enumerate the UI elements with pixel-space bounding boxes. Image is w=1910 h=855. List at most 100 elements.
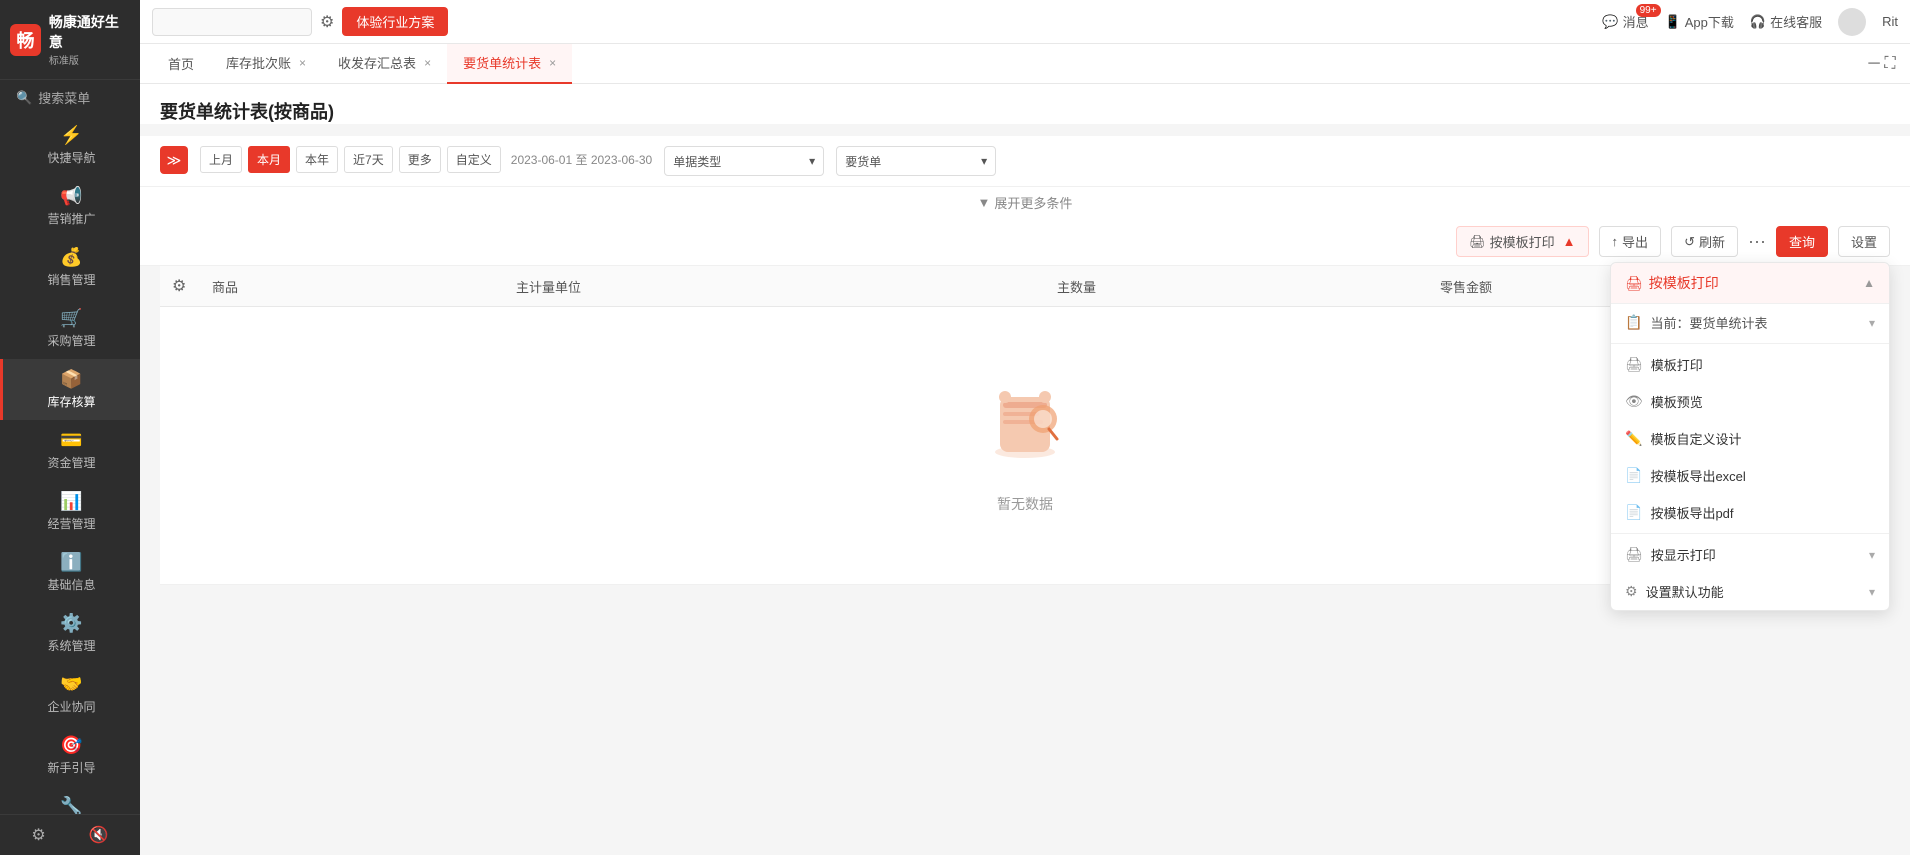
query-btn[interactable]: 查询 <box>1776 226 1828 257</box>
col-unit: 主计量单位 <box>504 266 1045 307</box>
settings-bottom-icon[interactable]: ⚙ <box>31 825 45 845</box>
sidebar-item-appstore[interactable]: 🔧 应用中心 <box>0 786 140 814</box>
table-column-settings-icon[interactable]: ⚙ <box>172 278 186 295</box>
sidebar-item-system[interactable]: ⚙️ 系统管理 <box>0 603 140 664</box>
sidebar-item-purchase[interactable]: 🛒 采购管理 <box>0 298 140 359</box>
notification-btn[interactable]: 💬 消息 99+ <box>1602 12 1648 31</box>
inventory-icon: 📦 <box>60 369 82 390</box>
print-dropdown: 🖨 按模板打印 ▲ 📋 当前：要货单统计表 ▾ 🖨 <box>1610 262 1890 611</box>
sidebar-item-label: 快捷导航 <box>47 149 95 166</box>
tabbar-right: ─ ⛶ <box>1866 56 1898 72</box>
filter-expand-btn[interactable]: ≫ <box>160 146 188 174</box>
order-category-select[interactable]: 要货单 ▾ <box>836 146 996 176</box>
sidebar-item-basic[interactable]: ℹ️ 基础信息 <box>0 542 140 603</box>
tab-close-inventory-batch[interactable]: × <box>299 56 306 70</box>
notification-badge: 99+ <box>1636 4 1661 17</box>
sidebar-item-quick-nav[interactable]: ⚡ 快捷导航 <box>0 115 140 176</box>
dropdown-item-template-preview[interactable]: 👁 模板预览 <box>1611 383 1889 420</box>
gear-icon[interactable]: ⚙ <box>320 12 334 32</box>
sidebar-item-sales[interactable]: 💰 销售管理 <box>0 237 140 298</box>
app-download-btn[interactable]: 📱 App下载 <box>1665 12 1734 31</box>
settings-btn[interactable]: 设置 <box>1838 226 1890 257</box>
date-btn-current-year[interactable]: 本年 <box>296 146 338 173</box>
date-filter-row: 上月 本月 本年 近7天 更多 自定义 2023-06-01 至 2023-06… <box>200 146 652 173</box>
dropdown-default-setting[interactable]: ⚙ 设置默认功能 ▾ <box>1611 573 1889 610</box>
dropdown-item-export-pdf[interactable]: 📄 按模板导出pdf <box>1611 494 1889 531</box>
tab-order-summary[interactable]: 要货单统计表 × <box>447 44 572 84</box>
template-print-icon: 🖨 <box>1625 356 1643 373</box>
sidebar-search[interactable]: 🔍 搜索菜单 <box>0 80 140 115</box>
tab-home[interactable]: 首页 <box>152 44 210 84</box>
maximize-icon[interactable]: ⛶ <box>1882 56 1898 72</box>
notification-icon: 💬 <box>1602 14 1618 30</box>
minimize-icon[interactable]: ─ <box>1866 56 1882 72</box>
mute-icon[interactable]: 🔇 <box>89 825 109 845</box>
sidebar-item-guide[interactable]: 🎯 新手引导 <box>0 725 140 786</box>
trial-btn[interactable]: 体验行业方案 <box>342 7 448 36</box>
sidebar-item-enterprise[interactable]: 🤝 企业协同 <box>0 664 140 725</box>
display-print-chevron-icon: ▾ <box>1869 548 1875 562</box>
filter-bar: ≫ 上月 本月 本年 近7天 更多 自定义 2023-06-01 至 2023-… <box>140 136 1910 187</box>
topbar-right: 💬 消息 99+ 📱 App下载 🎧 在线客服 Rit <box>1602 8 1898 36</box>
tab-inventory-batch[interactable]: 库存批次账 × <box>210 44 322 84</box>
dropdown-current-template[interactable]: 📋 当前：要货单统计表 ▾ <box>1611 304 1889 341</box>
export-excel-icon: 📄 <box>1625 467 1642 484</box>
sales-icon: 💰 <box>60 247 82 268</box>
expand-more-row: ▼ 展开更多条件 <box>140 187 1910 218</box>
user-avatar[interactable] <box>1838 8 1866 36</box>
display-print-left: 🖨 按显示打印 <box>1625 545 1716 564</box>
print-template-btn[interactable]: 🖨 按模板打印 ▲ <box>1456 226 1588 257</box>
sidebar-nav: ⚡ 快捷导航 📢 营销推广 💰 销售管理 🛒 采购管理 📦 库存核算 💳 资金管… <box>0 115 140 814</box>
page-title: 要货单统计表(按商品) <box>160 98 1890 124</box>
purchase-icon: 🛒 <box>60 308 82 329</box>
appstore-icon: 🔧 <box>60 796 82 814</box>
bill-type-label: 单据类型 <box>673 153 721 170</box>
dropdown-display-print[interactable]: 🖨 按显示打印 ▾ <box>1611 536 1889 573</box>
date-btn-current-month[interactable]: 本月 <box>248 146 290 173</box>
sidebar-item-operation[interactable]: 📊 经营管理 <box>0 481 140 542</box>
tab-receivable-summary[interactable]: 收发存汇总表 × <box>322 44 447 84</box>
dropdown-collapse-btn[interactable]: ▲ <box>1863 276 1875 290</box>
sidebar-item-marketing[interactable]: 📢 营销推广 <box>0 176 140 237</box>
sidebar-item-label: 经营管理 <box>47 515 95 532</box>
default-setting-left: ⚙ 设置默认功能 <box>1625 582 1724 601</box>
sidebar-item-label: 系统管理 <box>47 637 95 654</box>
expand-more-btn[interactable]: ▼ 展开更多条件 <box>978 193 1073 212</box>
display-print-icon: 🖨 <box>1625 546 1643 563</box>
date-btn-custom[interactable]: 自定义 <box>447 146 501 173</box>
export-pdf-icon: 📄 <box>1625 504 1642 521</box>
refresh-btn[interactable]: ↺ 刷新 <box>1671 226 1738 257</box>
tab-close-receivable-summary[interactable]: × <box>424 56 431 70</box>
date-btn-prev-month[interactable]: 上月 <box>200 146 242 173</box>
headset-icon: 🎧 <box>1750 14 1766 30</box>
enterprise-icon: 🤝 <box>60 674 82 695</box>
search-icon: 🔍 <box>16 90 32 106</box>
tab-close-order-summary[interactable]: × <box>549 56 556 70</box>
template-design-icon: ✏️ <box>1625 430 1642 447</box>
basic-icon: ℹ️ <box>60 552 82 573</box>
current-template-icon: 📋 <box>1625 314 1642 331</box>
action-bar: 🖨 按模板打印 ▲ ↑ 导出 ↺ 刷新 ··· 查询 设置 🖨 按模板打印 <box>140 218 1910 266</box>
dropdown-item-template-design[interactable]: ✏️ 模板自定义设计 <box>1611 420 1889 457</box>
date-btn-7days[interactable]: 近7天 <box>344 146 393 173</box>
sidebar-item-label: 销售管理 <box>47 271 95 288</box>
sidebar-bottom: ⚙ 🔇 <box>0 814 140 855</box>
online-service-btn[interactable]: 🎧 在线客服 <box>1750 12 1822 31</box>
more-actions-btn[interactable]: ··· <box>1748 231 1766 252</box>
tabbar: 首页 库存批次账 × 收发存汇总表 × 要货单统计表 × ─ ⛶ <box>140 44 1910 84</box>
topbar-search-input[interactable] <box>152 8 312 36</box>
bill-type-select[interactable]: 单据类型 ▾ <box>664 146 824 176</box>
bill-type-filter: 单据类型 ▾ <box>664 146 824 176</box>
dropdown-header: 🖨 按模板打印 ▲ <box>1611 263 1889 304</box>
sidebar-item-label: 库存核算 <box>47 393 95 410</box>
app-logo-text: 畅康通好生意 标准版 <box>49 12 130 67</box>
sidebar: 畅 畅康通好生意 标准版 🔍 搜索菜单 ⚡ 快捷导航 📢 营销推广 💰 销售管理… <box>0 0 140 855</box>
export-btn[interactable]: ↑ 导出 <box>1599 226 1662 257</box>
date-btn-more[interactable]: 更多 <box>399 146 441 173</box>
operation-icon: 📊 <box>60 491 82 512</box>
sidebar-item-finance[interactable]: 💳 资金管理 <box>0 420 140 481</box>
sidebar-item-inventory[interactable]: 📦 库存核算 <box>0 359 140 420</box>
sidebar-item-label: 基础信息 <box>47 576 95 593</box>
dropdown-item-export-excel[interactable]: 📄 按模板导出excel <box>1611 457 1889 494</box>
dropdown-item-template-print[interactable]: 🖨 模板打印 <box>1611 346 1889 383</box>
